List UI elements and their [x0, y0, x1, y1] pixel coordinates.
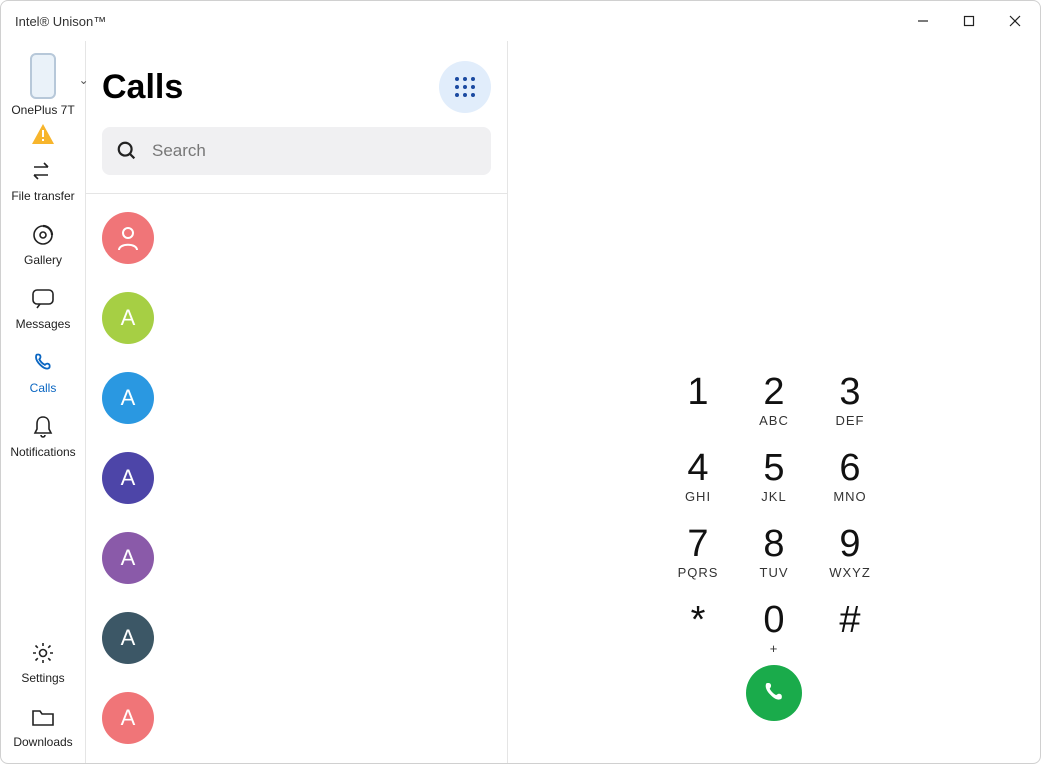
- messages-icon: [29, 285, 57, 313]
- calls-icon: [29, 349, 57, 377]
- dialpad-key-*[interactable]: *: [660, 601, 736, 673]
- nav-notifications[interactable]: Notifications: [1, 407, 85, 465]
- dialpad-key-letters: JKL: [761, 489, 786, 504]
- contact-row[interactable]: A: [102, 372, 491, 424]
- dialpad-key-0[interactable]: 0+: [736, 601, 812, 673]
- contact-row[interactable]: A: [102, 292, 491, 344]
- nav-downloads[interactable]: Downloads: [1, 697, 85, 763]
- gallery-icon: [29, 221, 57, 249]
- gear-icon: [29, 639, 57, 667]
- device-selector[interactable]: ⌄ OnePlus 7T: [11, 53, 74, 117]
- maximize-button[interactable]: [946, 5, 992, 37]
- dialpad-key-letters: PQRS: [678, 565, 719, 580]
- contact-row[interactable]: A: [102, 532, 491, 584]
- nav-calls[interactable]: Calls: [1, 343, 85, 401]
- phone-icon: [761, 680, 787, 706]
- avatar: A: [102, 452, 154, 504]
- transfer-icon: [29, 157, 57, 185]
- dialpad-key-#[interactable]: #: [812, 601, 888, 673]
- nav-gallery[interactable]: Gallery: [1, 215, 85, 273]
- dialpad-key-letters: ABC: [759, 413, 789, 428]
- dialpad-key-num: 5: [763, 449, 784, 487]
- contact-row[interactable]: A: [102, 452, 491, 504]
- dialpad-key-num: 0: [763, 601, 784, 639]
- dialpad-key-num: 7: [687, 525, 708, 563]
- contact-row[interactable]: [102, 212, 491, 264]
- avatar: [102, 212, 154, 264]
- dialpad-key-letters: +: [770, 641, 779, 656]
- dialpad-key-7[interactable]: 7 PQRS: [660, 525, 736, 597]
- dialpad-key-num: 9: [839, 525, 860, 563]
- dialpad-key-2[interactable]: 2 ABC: [736, 373, 812, 445]
- page-title: Calls: [102, 68, 439, 107]
- avatar: A: [102, 692, 154, 744]
- warning-icon: [31, 123, 55, 145]
- nav-messages[interactable]: Messages: [1, 279, 85, 337]
- keypad-icon: [455, 77, 475, 97]
- nav-file-transfer[interactable]: File transfer: [1, 151, 85, 209]
- nav-label: Gallery: [24, 253, 62, 267]
- nav-label: Settings: [21, 671, 64, 685]
- dialpad-key-4[interactable]: 4 GHI: [660, 449, 736, 521]
- avatar: A: [102, 612, 154, 664]
- dialpad-key-num: 4: [687, 449, 708, 487]
- search-field[interactable]: [102, 127, 491, 175]
- dialpad-key-1[interactable]: 1: [660, 373, 736, 445]
- window-title: Intel® Unison™: [15, 14, 900, 29]
- dialpad-key-num: 3: [839, 373, 860, 411]
- avatar: A: [102, 532, 154, 584]
- nav-settings[interactable]: Settings: [1, 633, 85, 691]
- call-button[interactable]: [746, 665, 802, 721]
- dialpad-key-letters: MNO: [833, 489, 866, 504]
- contact-row[interactable]: A: [102, 692, 491, 744]
- device-label: OnePlus 7T: [11, 103, 74, 117]
- search-icon: [116, 140, 138, 162]
- dialpad-key-9[interactable]: 9 WXYZ: [812, 525, 888, 597]
- dialpad-key-num: 2: [763, 373, 784, 411]
- titlebar: Intel® Unison™: [1, 1, 1040, 41]
- dialpad-key-5[interactable]: 5 JKL: [736, 449, 812, 521]
- avatar: A: [102, 372, 154, 424]
- chevron-down-icon: ⌄: [79, 73, 89, 87]
- contact-list[interactable]: AAAAAA: [86, 194, 507, 763]
- dialpad-key-num: 1: [687, 373, 708, 411]
- dialpad-key-num: 6: [839, 449, 860, 487]
- dialer-panel: 12ABC3DEF4GHI5JKL6MNO7PQRS8TUV9WXYZ*0+#: [508, 41, 1040, 763]
- search-input[interactable]: [152, 141, 477, 161]
- minimize-button[interactable]: [900, 5, 946, 37]
- bell-icon: [29, 413, 57, 441]
- dialpad-key-letters: WXYZ: [829, 565, 871, 580]
- dialpad-key-num: *: [691, 601, 706, 639]
- dialpad-key-num: 8: [763, 525, 784, 563]
- contacts-panel: Calls AAAAAA: [86, 41, 508, 763]
- nav-label: Calls: [30, 381, 57, 395]
- contact-row[interactable]: A: [102, 612, 491, 664]
- folder-icon: [29, 703, 57, 731]
- nav-label: Messages: [16, 317, 71, 331]
- dialpad-key-letters: TUV: [760, 565, 789, 580]
- dialpad-key-8[interactable]: 8 TUV: [736, 525, 812, 597]
- dialpad: 12ABC3DEF4GHI5JKL6MNO7PQRS8TUV9WXYZ*0+#: [660, 373, 888, 673]
- phone-icon: [30, 53, 56, 99]
- nav-label: Notifications: [10, 445, 75, 459]
- dialpad-key-letters: DEF: [836, 413, 865, 428]
- keypad-toggle-button[interactable]: [439, 61, 491, 113]
- dialpad-key-3[interactable]: 3 DEF: [812, 373, 888, 445]
- nav-label: File transfer: [11, 189, 74, 203]
- dialpad-key-letters: GHI: [685, 489, 711, 504]
- close-button[interactable]: [992, 5, 1038, 37]
- nav-label: Downloads: [13, 735, 72, 749]
- sidebar: ⌄ OnePlus 7T File transfer Gallery: [1, 41, 86, 763]
- dialpad-key-6[interactable]: 6 MNO: [812, 449, 888, 521]
- avatar: A: [102, 292, 154, 344]
- dialpad-key-num: #: [839, 601, 860, 639]
